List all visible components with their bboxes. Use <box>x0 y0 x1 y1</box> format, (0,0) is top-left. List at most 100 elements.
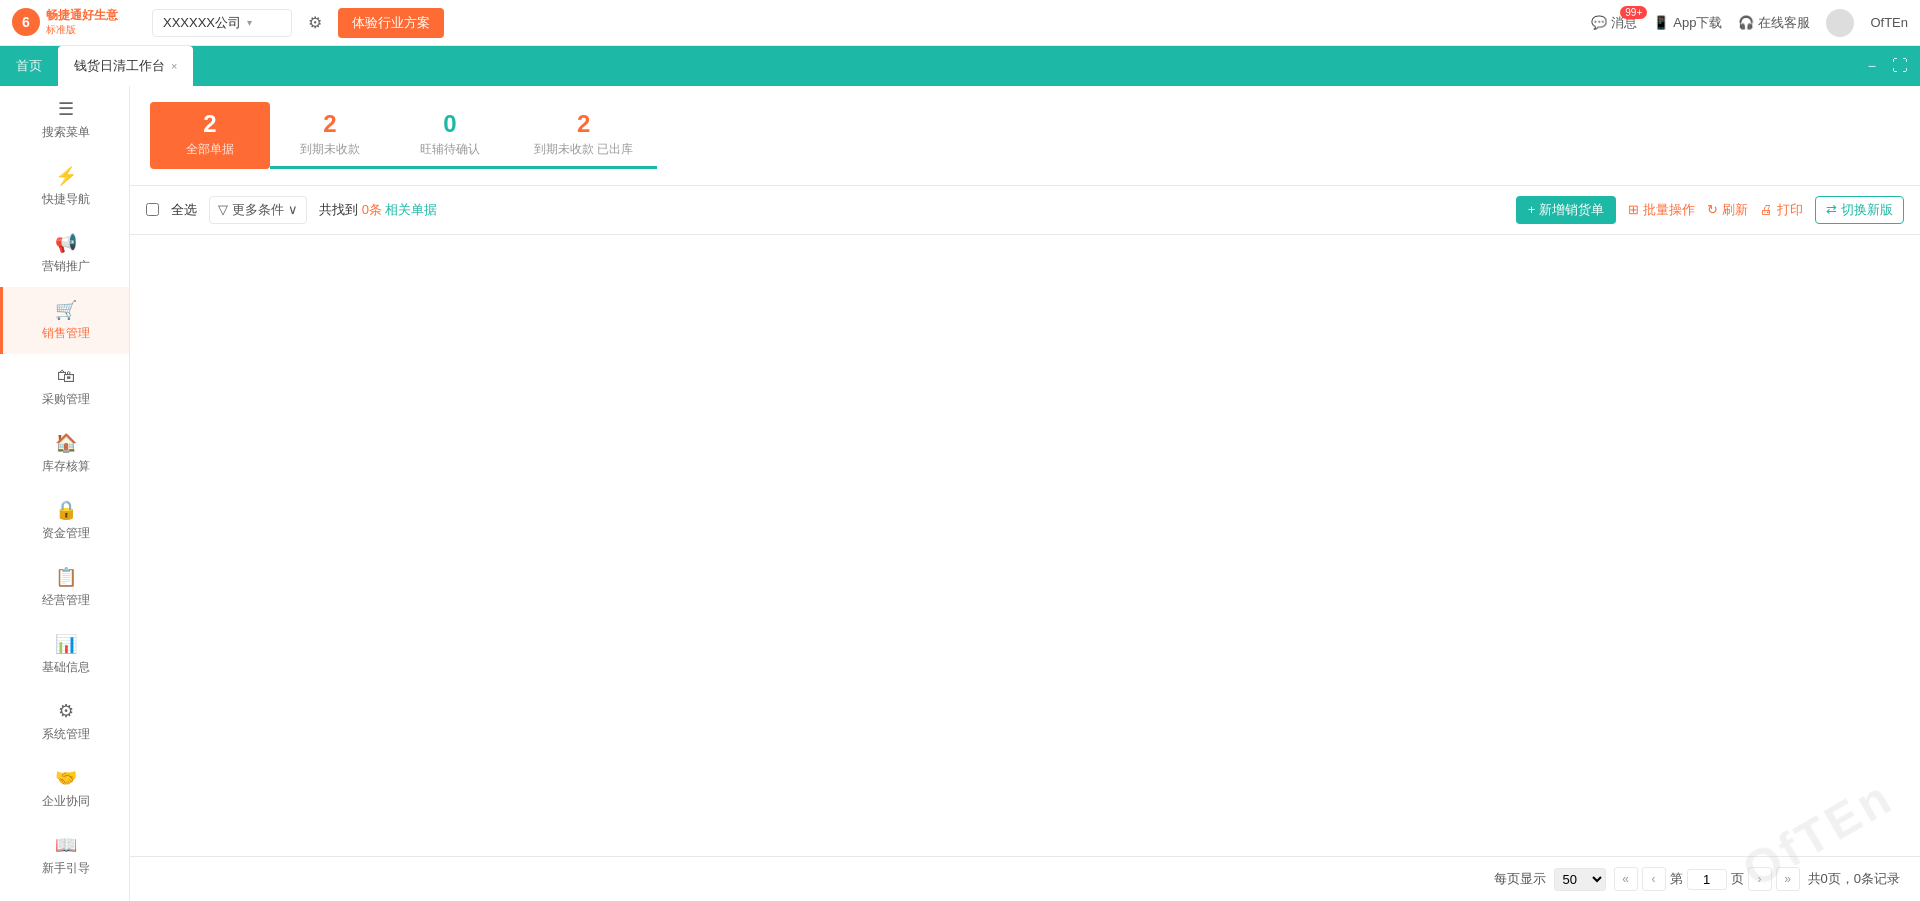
chevron-down-icon: ▾ <box>247 17 252 28</box>
page-nav: « ‹ 第 页 › » <box>1614 867 1800 891</box>
sidebar-item-label: 销售管理 <box>42 325 90 342</box>
filter-button[interactable]: ▽ 更多条件 ∨ <box>209 196 307 224</box>
sidebar-item-label: 基础信息 <box>42 659 90 676</box>
logo-text-area: 畅捷通好生意 标准版 <box>46 8 118 36</box>
tab-active[interactable]: 钱货日清工作台 × <box>58 46 193 86</box>
sidebar-item-label: 经营管理 <box>42 592 90 609</box>
add-sales-button[interactable]: + 新增销货单 <box>1516 196 1616 224</box>
sidebar-item-enterprise[interactable]: 🤝 企业协同 <box>0 755 129 822</box>
stat-label-overdue: 到期未收款 <box>294 141 366 158</box>
logo-main: 畅捷通好生意 <box>46 8 118 22</box>
messages-button[interactable]: 💬 消息 99+ <box>1591 14 1637 32</box>
online-service-button[interactable]: 🎧 在线客服 <box>1738 14 1810 32</box>
minimize-icon[interactable]: － <box>1860 52 1884 81</box>
sidebar-item-inventory[interactable]: 🏠 库存核算 <box>0 420 129 487</box>
found-count: 0条 <box>362 202 382 217</box>
stat-card-pending[interactable]: 0 旺辅待确认 <box>390 102 510 169</box>
nav-tabs: 首页 钱货日清工作台 × － ⛶ <box>0 46 1920 86</box>
stats-row: 2 全部单据 2 到期未收款 0 旺辅待确认 2 到期未收款 已出库 <box>130 86 1920 186</box>
refresh-icon: ↻ <box>1707 202 1718 217</box>
last-page-button[interactable]: » <box>1776 867 1800 891</box>
stat-num-overdue: 2 <box>294 110 366 139</box>
refresh-button[interactable]: ↻ 刷新 <box>1707 201 1748 219</box>
sidebar-item-operations[interactable]: 📋 经营管理 <box>0 554 129 621</box>
sidebar-item-label: 采购管理 <box>42 391 90 408</box>
tab-home[interactable]: 首页 <box>0 46 58 86</box>
sidebar-item-label: 企业协同 <box>42 793 90 810</box>
purchase-icon: 🛍 <box>57 366 75 387</box>
batch-operation-button[interactable]: ⊞ 批量操作 <box>1628 201 1695 219</box>
select-all-label: 全选 <box>171 201 197 219</box>
messages-badge: 99+ <box>1620 6 1647 19</box>
total-label: 共0页，0条记录 <box>1808 870 1900 888</box>
sidebar-item-marketing[interactable]: 📢 营销推广 <box>0 220 129 287</box>
guide-icon: 📖 <box>55 834 77 856</box>
next-page-button[interactable]: › <box>1748 867 1772 891</box>
page-suffix-label: 页 <box>1731 870 1744 888</box>
top-header: 6 畅捷通好生意 标准版 XXXXXX公司 ▾ ⚙ 体验行业方案 💬 消息 99… <box>0 0 1920 46</box>
page-input[interactable] <box>1687 869 1727 890</box>
logo-sub: 标准版 <box>46 23 118 37</box>
switch-version-button[interactable]: ⇄ 切换新版 <box>1815 196 1904 224</box>
print-button[interactable]: 🖨 打印 <box>1760 201 1803 219</box>
trial-button[interactable]: 体验行业方案 <box>338 8 444 38</box>
stat-card-all[interactable]: 2 全部单据 <box>150 102 270 169</box>
sales-icon: 🛒 <box>55 299 77 321</box>
sidebar-item-app-center[interactable]: 🏪 应用中心 <box>0 889 129 901</box>
search-menu-icon: ☰ <box>58 98 74 120</box>
chevron-icon: ∨ <box>288 202 298 217</box>
toolbar: 全选 ▽ 更多条件 ∨ 共找到 0条 相关单据 + 新增销货单 ⊞ 批量操作 ↻ <box>130 186 1920 235</box>
sidebar-item-label: 搜索菜单 <box>42 124 90 141</box>
sidebar-item-label: 新手引导 <box>42 860 90 877</box>
stat-label-shipped: 到期未收款 已出库 <box>534 141 633 158</box>
stat-num-pending: 0 <box>414 110 486 139</box>
switch-icon: ⇄ <box>1826 202 1837 217</box>
company-selector[interactable]: XXXXXX公司 ▾ <box>152 9 292 37</box>
inventory-icon: 🏠 <box>55 432 77 454</box>
sidebar-item-label: 营销推广 <box>42 258 90 275</box>
enterprise-icon: 🤝 <box>55 767 77 789</box>
sidebar-item-quick-nav[interactable]: ⚡ 快捷导航 <box>0 153 129 220</box>
avatar[interactable] <box>1826 9 1854 37</box>
tab-close-icon[interactable]: × <box>171 60 177 72</box>
finance-icon: 🔒 <box>55 499 77 521</box>
message-icon: 💬 <box>1591 15 1607 30</box>
system-icon: ⚙ <box>58 700 74 722</box>
nav-right-buttons: － ⛶ <box>1860 52 1920 81</box>
per-page-select[interactable]: 10 20 50 100 <box>1554 868 1606 891</box>
filter-icon: ▽ <box>218 202 228 217</box>
operations-icon: 📋 <box>55 566 77 588</box>
first-page-button[interactable]: « <box>1614 867 1638 891</box>
sidebar-item-basic-info[interactable]: 📊 基础信息 <box>0 621 129 688</box>
settings-button[interactable]: ⚙ <box>300 8 330 38</box>
per-page-label: 每页显示 <box>1494 870 1546 888</box>
app-download-button[interactable]: 📱 App下载 <box>1653 14 1722 32</box>
sidebar-item-guide[interactable]: 📖 新手引导 <box>0 822 129 889</box>
sidebar-item-sales[interactable]: 🛒 销售管理 <box>0 287 129 354</box>
sidebar-item-label: 快捷导航 <box>42 191 90 208</box>
sidebar: ☰ 搜索菜单 ⚡ 快捷导航 📢 营销推广 🛒 销售管理 🛍 采购管理 🏠 库存核… <box>0 86 130 901</box>
sidebar-item-label: 库存核算 <box>42 458 90 475</box>
prev-page-button[interactable]: ‹ <box>1642 867 1666 891</box>
sidebar-item-system[interactable]: ⚙ 系统管理 <box>0 688 129 755</box>
user-name: OfTEn <box>1870 15 1908 30</box>
select-all-checkbox[interactable] <box>146 203 159 216</box>
sidebar-item-search[interactable]: ☰ 搜索菜单 <box>0 86 129 153</box>
main-layout: ☰ 搜索菜单 ⚡ 快捷导航 📢 营销推广 🛒 销售管理 🛍 采购管理 🏠 库存核… <box>0 86 1920 901</box>
sidebar-item-label: 资金管理 <box>42 525 90 542</box>
sidebar-item-finance[interactable]: 🔒 资金管理 <box>0 487 129 554</box>
basic-info-icon: 📊 <box>55 633 77 655</box>
stat-label-pending: 旺辅待确认 <box>414 141 486 158</box>
print-icon: 🖨 <box>1760 202 1773 217</box>
found-link[interactable]: 相关单据 <box>385 202 437 217</box>
toolbar-right: + 新增销货单 ⊞ 批量操作 ↻ 刷新 🖨 打印 ⇄ 切换新版 <box>1516 196 1904 224</box>
maximize-icon[interactable]: ⛶ <box>1888 53 1912 79</box>
stat-card-overdue[interactable]: 2 到期未收款 <box>270 102 390 169</box>
marketing-icon: 📢 <box>55 232 77 254</box>
sidebar-item-label: 系统管理 <box>42 726 90 743</box>
stat-num-shipped: 2 <box>534 110 633 139</box>
sidebar-item-purchase[interactable]: 🛍 采购管理 <box>0 354 129 420</box>
online-service-icon: 🎧 <box>1738 15 1754 30</box>
stat-card-shipped[interactable]: 2 到期未收款 已出库 <box>510 102 657 169</box>
logo-icon: 6 <box>12 8 40 36</box>
